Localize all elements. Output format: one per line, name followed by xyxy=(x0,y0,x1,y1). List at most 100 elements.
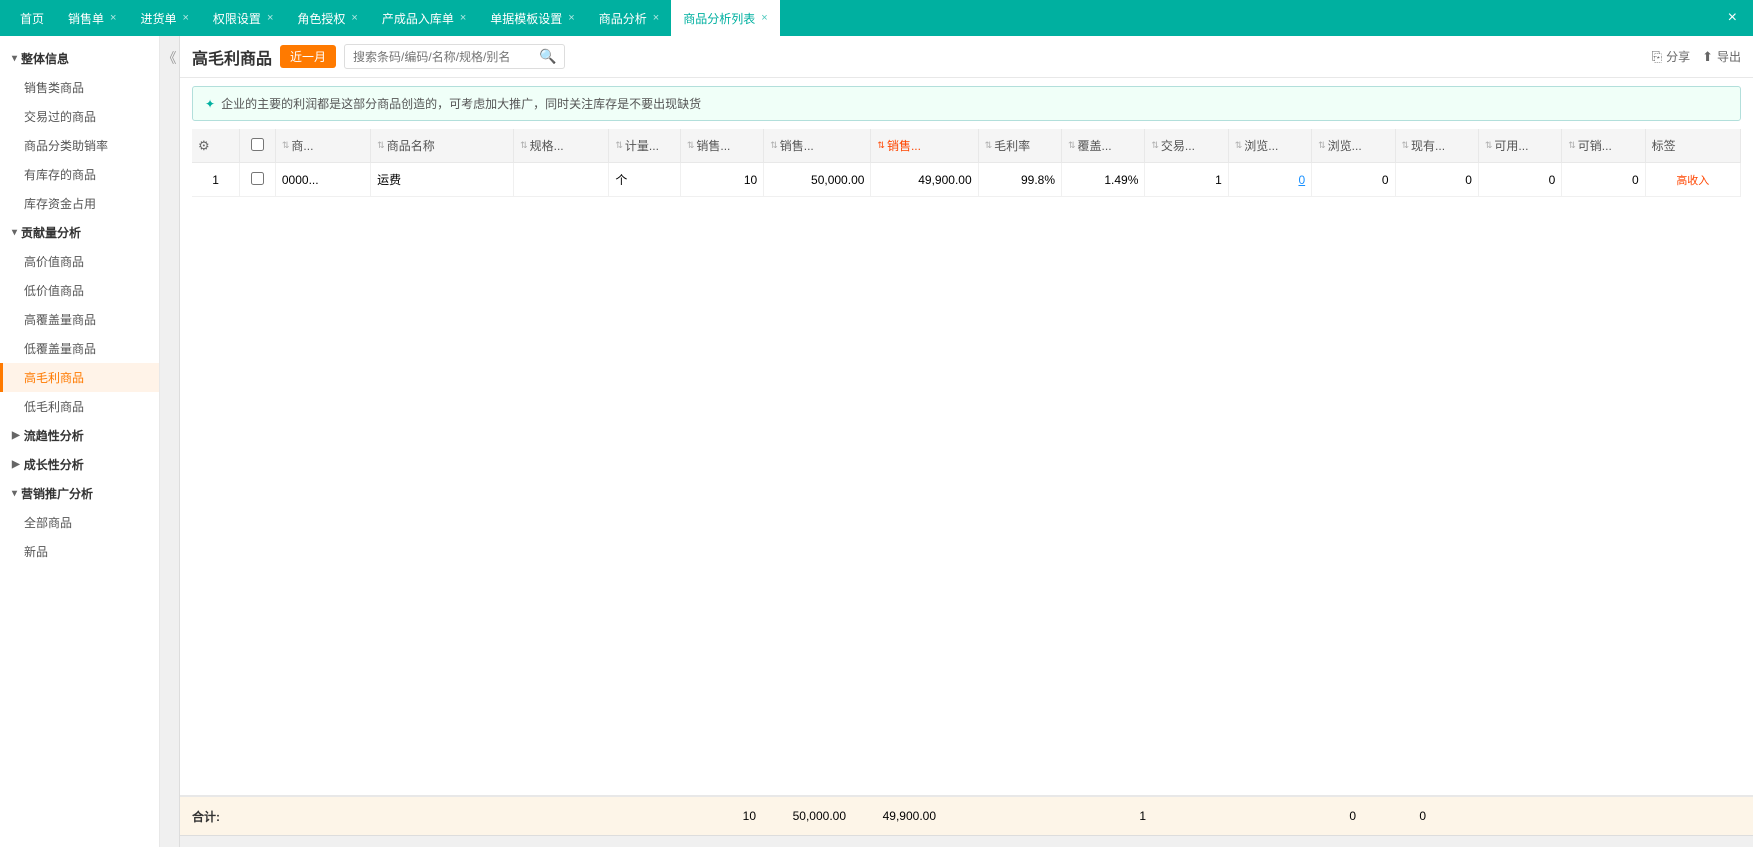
sort-browse2-icon: ⇅ xyxy=(1318,140,1326,151)
sidebar-section-marketing[interactable]: ▾ 营销推广分析 xyxy=(0,479,159,508)
sort-gross-rate-icon: ⇅ xyxy=(985,140,993,151)
main-layout: ▾ 整体信息 销售类商品 交易过的商品 商品分类助销率 有库存的商品 库存资金占… xyxy=(0,36,1753,847)
close-purchase-order-icon[interactable]: × xyxy=(182,12,188,24)
sidebar-section-trend[interactable]: ▶ 流趋性分析 xyxy=(0,421,159,450)
sidebar-item-low-coverage[interactable]: 低覆盖量商品 xyxy=(0,334,159,363)
col-header-browse2: ⇅ 浏览... xyxy=(1312,129,1395,163)
contribution-expand-icon: ▾ xyxy=(12,227,17,238)
sidebar-item-high-margin[interactable]: 高毛利商品 xyxy=(0,363,159,392)
col-header-stock2: ⇅ 可用... xyxy=(1478,129,1561,163)
cell-spec xyxy=(514,163,609,197)
cell-sales-cost: 49,900.00 xyxy=(871,163,978,197)
collapse-icon: 《 xyxy=(163,48,177,68)
close-sales-order-icon[interactable]: × xyxy=(110,12,116,24)
footer-sales-qty: 10 xyxy=(692,809,762,823)
trend-expand-icon: ▶ xyxy=(12,430,20,441)
nav-home[interactable]: 首页 xyxy=(8,0,56,36)
cell-coverage: 1.49% xyxy=(1062,163,1145,197)
col-header-check xyxy=(240,129,276,163)
export-icon: ⬆ xyxy=(1702,49,1713,65)
close-product-analysis-list-icon[interactable]: × xyxy=(761,12,767,24)
sidebar-item-all-products[interactable]: 全部商品 xyxy=(0,508,159,537)
close-all-button[interactable]: × xyxy=(1720,9,1745,27)
col-header-sales-qty: ⇅ 销售... xyxy=(680,129,763,163)
sidebar-section-overall[interactable]: ▾ 整体信息 xyxy=(0,44,159,73)
col-header-gross-rate: ⇅ 毛利率 xyxy=(978,129,1061,163)
nav-product-analysis[interactable]: 商品分析 × xyxy=(587,0,671,36)
col-header-trade: ⇅ 交易... xyxy=(1145,129,1228,163)
cell-name: 运费 xyxy=(371,163,514,197)
data-table: ⚙ ⇅ 商... xyxy=(192,129,1741,197)
select-all-checkbox[interactable] xyxy=(251,138,264,151)
cell-browse2: 0 xyxy=(1312,163,1395,197)
sidebar-item-new-products[interactable]: 新品 xyxy=(0,537,159,566)
col-header-unit: ⇅ 计量... xyxy=(609,129,680,163)
footer-sales-amt: 50,000.00 xyxy=(762,809,852,823)
col-header-name: ⇅ 商品名称 xyxy=(371,129,514,163)
sidebar-item-stock-capital[interactable]: 库存资金占用 xyxy=(0,189,159,218)
search-icon[interactable]: 🔍 xyxy=(539,48,556,65)
row-checkbox[interactable] xyxy=(251,172,264,185)
close-role-auth-icon[interactable]: × xyxy=(351,12,357,24)
share-button[interactable]: ⎘ 分享 xyxy=(1652,48,1690,65)
nav-role-auth[interactable]: 角色授权 × xyxy=(285,0,369,36)
sort-name-icon: ⇅ xyxy=(377,140,385,151)
col-header-sales-amt: ⇅ 销售... xyxy=(764,129,871,163)
close-template-icon[interactable]: × xyxy=(568,12,574,24)
col-header-browse1: ⇅ 浏览... xyxy=(1228,129,1311,163)
nav-product-inbound[interactable]: 产成品入库单 × xyxy=(370,0,478,36)
nav-purchase-order[interactable]: 进货单 × xyxy=(128,0,200,36)
sidebar-item-in-stock[interactable]: 有库存的商品 xyxy=(0,160,159,189)
cell-stock3: 0 xyxy=(1562,163,1645,197)
footer-coverage xyxy=(1012,809,1082,823)
col-header-coverage: ⇅ 覆盖... xyxy=(1062,129,1145,163)
export-button[interactable]: ⬆ 导出 xyxy=(1702,48,1741,65)
footer-sales-cost: 49,900.00 xyxy=(852,809,942,823)
col-header-num: ⚙ xyxy=(192,129,240,163)
sidebar-item-low-margin[interactable]: 低毛利商品 xyxy=(0,392,159,421)
sidebar-section-growth[interactable]: ▶ 成长性分析 xyxy=(0,450,159,479)
sidebar-item-high-value[interactable]: 高价值商品 xyxy=(0,247,159,276)
col-header-sales-cost: ⇅ 销售... xyxy=(871,129,978,163)
horizontal-scrollbar[interactable] xyxy=(180,835,1753,847)
footer-values: 10 50,000.00 49,900.00 1 0 0 xyxy=(352,809,1741,823)
nav-permission-settings[interactable]: 权限设置 × xyxy=(201,0,285,36)
close-permission-icon[interactable]: × xyxy=(267,12,273,24)
cell-stock1: 0 xyxy=(1395,163,1478,197)
close-product-analysis-icon[interactable]: × xyxy=(653,12,659,24)
sidebar-collapse-button[interactable]: 《 xyxy=(160,36,180,847)
period-button[interactable]: 近一月 xyxy=(280,45,336,68)
cell-unit: 个 xyxy=(609,163,680,197)
sidebar-item-high-coverage[interactable]: 高覆盖量商品 xyxy=(0,305,159,334)
footer-trade: 1 xyxy=(1082,809,1152,823)
search-box: 🔍 xyxy=(344,44,565,69)
share-icon: ⎘ xyxy=(1652,49,1662,65)
footer-stock2: 0 xyxy=(1362,809,1432,823)
settings-icon[interactable]: ⚙ xyxy=(198,138,210,154)
nav-template-settings[interactable]: 单据模板设置 × xyxy=(478,0,586,36)
info-banner: ✦ 企业的主要的利润都是这部分商品创造的，可考虑加大推广，同时关注库存是不要出现… xyxy=(192,86,1741,121)
sidebar-section-contribution[interactable]: ▾ 贡献量分析 xyxy=(0,218,159,247)
sort-code-icon: ⇅ xyxy=(282,140,290,151)
cell-browse1[interactable]: 0 xyxy=(1228,163,1311,197)
info-icon: ✦ xyxy=(205,97,215,111)
content-area: 高毛利商品 近一月 🔍 ⎘ 分享 ⬆ 导出 ✦ 企业的主要的利润都是这部分商品创… xyxy=(180,36,1753,847)
marketing-expand-icon: ▾ xyxy=(12,488,17,499)
footer-stock3 xyxy=(1432,809,1502,823)
header-actions: ⎘ 分享 ⬆ 导出 xyxy=(1652,48,1741,65)
col-header-spec: ⇅ 规格... xyxy=(514,129,609,163)
sidebar-item-sales-products[interactable]: 销售类商品 xyxy=(0,73,159,102)
cell-trade: 1 xyxy=(1145,163,1228,197)
nav-sales-order[interactable]: 销售单 × xyxy=(56,0,128,36)
sidebar-item-traded-products[interactable]: 交易过的商品 xyxy=(0,102,159,131)
search-input[interactable] xyxy=(353,50,533,64)
table-container: ⚙ ⇅ 商... xyxy=(180,129,1753,795)
sidebar: ▾ 整体信息 销售类商品 交易过的商品 商品分类助销率 有库存的商品 库存资金占… xyxy=(0,36,160,847)
sort-stock3-icon: ⇅ xyxy=(1568,140,1576,151)
footer-stock1: 0 xyxy=(1292,809,1362,823)
nav-product-analysis-list[interactable]: 商品分析列表 × xyxy=(671,0,779,36)
sidebar-item-low-value[interactable]: 低价值商品 xyxy=(0,276,159,305)
close-product-inbound-icon[interactable]: × xyxy=(460,12,466,24)
sidebar-item-category-rate[interactable]: 商品分类助销率 xyxy=(0,131,159,160)
cell-check[interactable] xyxy=(240,163,276,197)
